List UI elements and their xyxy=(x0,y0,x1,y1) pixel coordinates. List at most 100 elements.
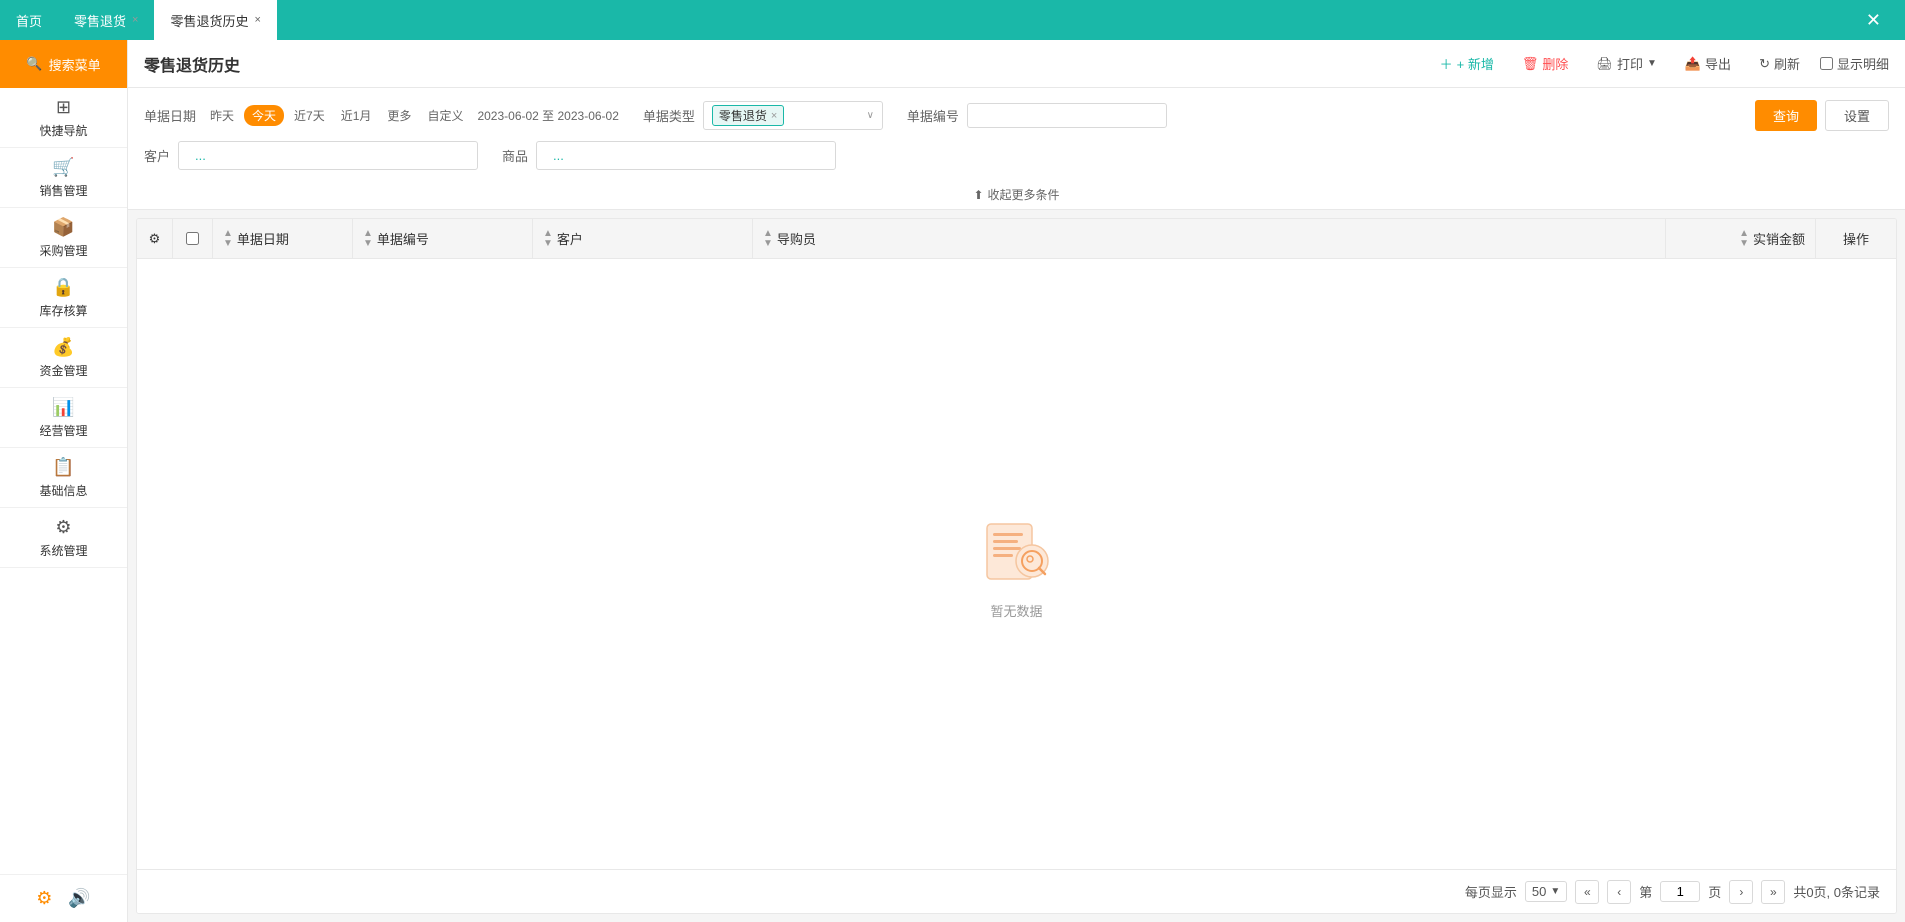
sidebar-item-finance[interactable]: 💰 资金管理 xyxy=(0,328,127,388)
refresh-button[interactable]: ↻ 刷新 xyxy=(1751,50,1808,77)
doc-type-input[interactable]: 零售退货 × ∨ xyxy=(703,101,883,130)
tab-home[interactable]: 首页 xyxy=(0,0,58,40)
header-actions: ＋ + 新增 🗑 删除 🖨 打印 ▼ 📤 导出 ↻ xyxy=(1432,50,1889,77)
new-icon: ＋ xyxy=(1440,54,1453,73)
delete-button[interactable]: 🗑 删除 xyxy=(1514,50,1577,77)
doc-no-label: 单据编号 xyxy=(907,106,959,125)
display-detail-checkbox[interactable]: 显示明细 xyxy=(1820,54,1889,73)
date-range-display: 2023-06-02 至 2023-06-02 xyxy=(477,107,618,124)
prev-page-button[interactable]: ‹ xyxy=(1607,880,1631,904)
refresh-icon: ↻ xyxy=(1759,56,1770,72)
doc-type-tag-text: 零售退货 xyxy=(719,107,767,124)
sidebar-item-inventory[interactable]: 🔒 库存核算 xyxy=(0,268,127,328)
date-btn-1month[interactable]: 近1月 xyxy=(335,105,378,126)
display-detail-input[interactable] xyxy=(1820,57,1833,70)
th-amount[interactable]: ▲▼ 实销金额 xyxy=(1666,219,1816,258)
customer-ellipsis[interactable]: ... xyxy=(187,145,214,166)
sidebar-item-inventory-label: 库存核算 xyxy=(39,302,87,319)
gear-icon[interactable]: ⚙ xyxy=(36,888,52,909)
last-page-button[interactable]: » xyxy=(1761,880,1785,904)
goods-label: 商品 xyxy=(502,146,528,165)
sales-icon: 🛒 xyxy=(52,157,74,178)
sidebar: 🔍 搜索菜单 ⊞ 快捷导航 🛒 销售管理 📦 采购管理 🔒 库存核算 💰 资金管… xyxy=(0,40,128,922)
sidebar-item-purchase[interactable]: 📦 采购管理 xyxy=(0,208,127,268)
tab-list: 首页 零售退货 × 零售退货历史 × xyxy=(0,0,1858,40)
th-check[interactable] xyxy=(173,219,213,258)
doc-type-label: 单据类型 xyxy=(643,106,695,125)
sidebar-bottom: ⚙ 🔊 xyxy=(0,874,127,922)
tab-retail-return-close[interactable]: × xyxy=(132,14,138,26)
th-date-label: 单据日期 xyxy=(237,229,289,248)
print-button[interactable]: 🖨 打印 ▼ xyxy=(1588,50,1664,77)
customer-label: 客户 xyxy=(144,146,170,165)
select-all-checkbox[interactable] xyxy=(186,232,199,245)
table-header: ⚙ ▲▼ 单据日期 ▲▼ 单据编号 ▲▼ 客户 ▲▼ xyxy=(137,219,1896,259)
delete-label: 删除 xyxy=(1542,54,1568,73)
sidebar-item-operations[interactable]: 📊 经营管理 xyxy=(0,388,127,448)
tab-retail-return-history-close[interactable]: × xyxy=(254,14,260,26)
pagination: 每页显示 50 ▼ « ‹ 第 页 › » 共0页, 0条记录 xyxy=(137,869,1896,913)
th-guide-sort-icon: ▲▼ xyxy=(763,229,773,249)
date-btn-custom[interactable]: 自定义 xyxy=(421,105,469,126)
goods-ellipsis[interactable]: ... xyxy=(545,145,572,166)
doc-type-tag-close[interactable]: × xyxy=(771,110,777,122)
inventory-icon: 🔒 xyxy=(52,277,74,298)
setting-button[interactable]: 设置 xyxy=(1825,100,1889,131)
first-page-button[interactable]: « xyxy=(1575,880,1599,904)
export-icon: 📤 xyxy=(1685,56,1701,72)
customer-input[interactable]: ... xyxy=(178,141,478,170)
sidebar-item-sales[interactable]: 🛒 销售管理 xyxy=(0,148,127,208)
per-page-value: 50 xyxy=(1532,884,1546,899)
page-header: 零售退货历史 ＋ + 新增 🗑 删除 🖨 打印 ▼ 📤 导出 xyxy=(128,40,1905,88)
sidebar-item-sales-label: 销售管理 xyxy=(39,182,87,199)
export-button[interactable]: 📤 导出 xyxy=(1677,50,1739,77)
table-setting-icon[interactable]: ⚙ xyxy=(149,231,161,247)
sidebar-search-button[interactable]: 🔍 搜索菜单 xyxy=(0,40,127,88)
date-btn-more[interactable]: 更多 xyxy=(381,105,417,126)
date-btn-today[interactable]: 今天 xyxy=(244,105,284,126)
print-label: 打印 xyxy=(1617,54,1643,73)
page-number-input[interactable] xyxy=(1660,881,1700,902)
th-action: 操作 xyxy=(1816,219,1896,258)
empty-text-label: 暂无数据 xyxy=(990,601,1042,620)
tab-retail-return-history[interactable]: 零售退货历史 × xyxy=(154,0,276,40)
tab-retail-return-label: 零售退货 xyxy=(74,11,126,30)
window-close-button[interactable]: ✕ xyxy=(1858,6,1889,35)
volume-icon[interactable]: 🔊 xyxy=(68,888,90,909)
goto-label: 第 xyxy=(1639,882,1652,901)
new-label: + 新增 xyxy=(1457,54,1494,73)
th-date[interactable]: ▲▼ 单据日期 xyxy=(213,219,353,258)
page-unit-label: 页 xyxy=(1708,882,1721,901)
th-no[interactable]: ▲▼ 单据编号 xyxy=(353,219,533,258)
doc-type-dropdown-icon[interactable]: ∨ xyxy=(867,110,874,121)
th-action-label: 操作 xyxy=(1843,229,1869,248)
th-customer[interactable]: ▲▼ 客户 xyxy=(533,219,753,258)
date-btn-7days[interactable]: 近7天 xyxy=(288,105,331,126)
filter-group-date: 单据日期 昨天 今天 近7天 近1月 更多 自定义 2023-06-02 至 2… xyxy=(144,105,619,126)
content-area: 零售退货历史 ＋ + 新增 🗑 删除 🖨 打印 ▼ 📤 导出 xyxy=(128,40,1905,922)
th-setting[interactable]: ⚙ xyxy=(137,219,173,258)
main-layout: 🔍 搜索菜单 ⊞ 快捷导航 🛒 销售管理 📦 采购管理 🔒 库存核算 💰 资金管… xyxy=(0,40,1905,922)
collapse-filter-button[interactable]: ⬆ 收起更多条件 xyxy=(144,180,1889,209)
tab-retail-return[interactable]: 零售退货 × xyxy=(58,0,154,40)
sidebar-item-base-info-label: 基础信息 xyxy=(39,482,87,499)
per-page-dropdown-icon: ▼ xyxy=(1550,886,1560,897)
sidebar-item-quick-nav[interactable]: ⊞ 快捷导航 xyxy=(0,88,127,148)
doc-no-input[interactable] xyxy=(967,103,1167,128)
next-page-button[interactable]: › xyxy=(1729,880,1753,904)
new-button[interactable]: ＋ + 新增 xyxy=(1432,50,1502,77)
date-btn-group: 昨天 今天 近7天 近1月 更多 自定义 xyxy=(204,105,469,126)
goods-input[interactable]: ... xyxy=(536,141,836,170)
th-guide[interactable]: ▲▼ 导购员 xyxy=(753,219,1666,258)
sidebar-item-base-info[interactable]: 📋 基础信息 xyxy=(0,448,127,508)
th-customer-label: 客户 xyxy=(557,229,583,248)
th-customer-sort-icon: ▲▼ xyxy=(543,229,553,249)
date-btn-yesterday[interactable]: 昨天 xyxy=(204,105,240,126)
doc-type-tag: 零售退货 × xyxy=(712,105,784,126)
filter-group-doc-no: 单据编号 xyxy=(907,103,1167,128)
query-button[interactable]: 查询 xyxy=(1755,100,1817,131)
per-page-select[interactable]: 50 ▼ xyxy=(1525,881,1567,902)
sidebar-item-system[interactable]: ⚙ 系统管理 xyxy=(0,508,127,568)
th-guide-label: 导购员 xyxy=(777,229,816,248)
search-icon: 🔍 xyxy=(26,56,42,72)
